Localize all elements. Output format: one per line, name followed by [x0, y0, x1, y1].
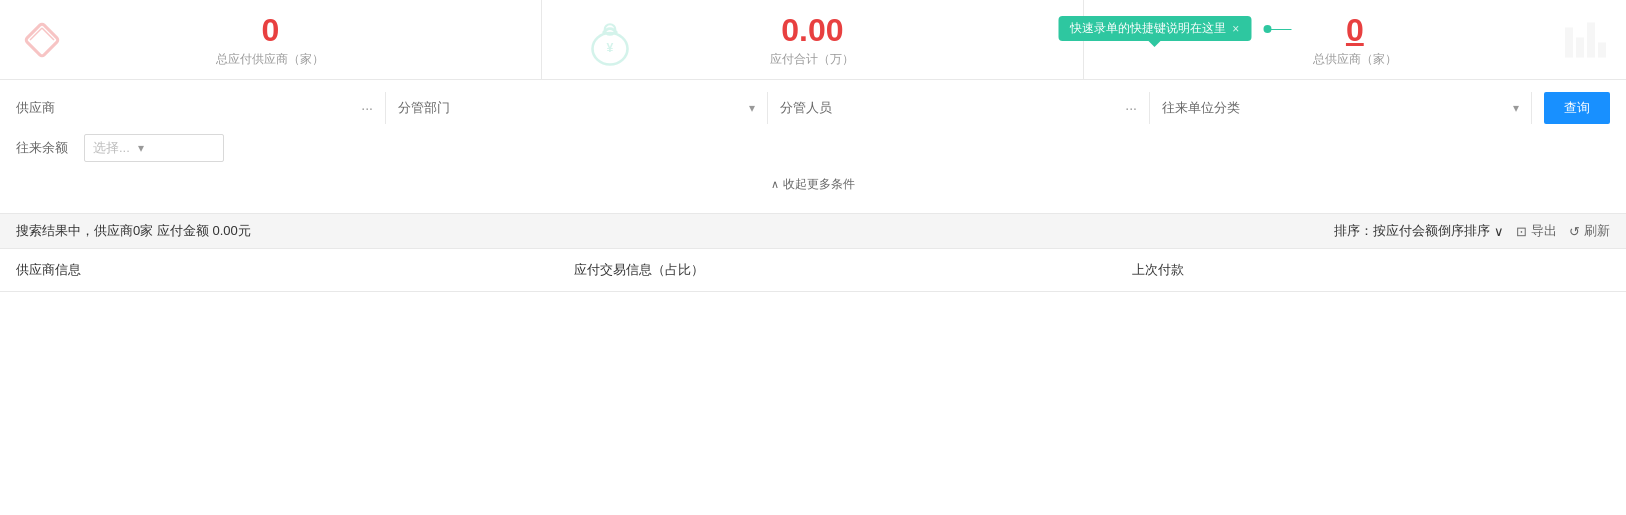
table-header: 供应商信息 应付交易信息（占比） 上次付款 — [0, 249, 1626, 292]
tooltip-bubble: 快速录单的快捷键说明在这里 × — [1058, 16, 1251, 41]
stat-total-suppliers: 快速录单的快捷键说明在这里 × 0 总供应商（家） — [1084, 0, 1626, 79]
results-info: 搜索结果中，供应商0家 应付金额 0.00元 — [16, 222, 251, 240]
diamond-icon — [18, 16, 66, 64]
total-suppliers-value: 0 — [1346, 11, 1364, 49]
supplier-more-icon[interactable]: ··· — [361, 100, 373, 116]
query-btn-wrapper: 查询 — [1532, 92, 1610, 124]
filter-balance: 往来余额 选择... ▾ — [16, 132, 224, 164]
filter-section: 供应商 ··· 分管部门 ▾ 分管人员 ··· 往来单位分类 ▾ — [0, 80, 1626, 214]
filter-dept: 分管部门 ▾ — [386, 92, 768, 124]
stat-payable-suppliers-inner: 0 总应付供应商（家） — [216, 11, 324, 68]
tooltip-dot — [1263, 25, 1271, 33]
payable-suppliers-value: 0 — [262, 11, 280, 49]
col-lastpay-header: 上次付款 — [1132, 261, 1610, 279]
sort-label: 排序：按应付会额倒序排序 — [1334, 222, 1490, 240]
payable-total-label: 应付合计（万） — [770, 51, 854, 68]
export-icon: ⊡ — [1516, 224, 1527, 239]
dept-label: 分管部门 — [398, 99, 450, 117]
filter-row-2: 往来余额 选择... ▾ — [16, 132, 1610, 164]
export-label: 导出 — [1531, 222, 1557, 240]
refresh-button[interactable]: ↺ 刷新 — [1569, 222, 1610, 240]
sort-select[interactable]: 排序：按应付会额倒序排序 ∨ — [1334, 222, 1504, 240]
unit-label: 往来单位分类 — [1162, 99, 1240, 117]
total-suppliers-label: 总供应商（家） — [1313, 51, 1397, 68]
collapse-label: 收起更多条件 — [783, 176, 855, 193]
stat-payable-total: ¥ 0.00 应付合计（万） — [542, 0, 1084, 79]
results-actions: 排序：按应付会额倒序排序 ∨ ⊡ 导出 ↺ 刷新 — [1334, 222, 1610, 240]
balance-placeholder: 选择... — [93, 139, 130, 157]
table-content — [0, 292, 1626, 515]
refresh-icon: ↺ — [1569, 224, 1580, 239]
chart-ghost — [1565, 22, 1606, 57]
collapse-row: ∧ 收起更多条件 — [16, 168, 1610, 205]
person-input[interactable] — [840, 101, 1125, 116]
stat-payable-total-inner: 0.00 应付合计（万） — [770, 11, 854, 68]
stats-bar: 0 总应付供应商（家） ¥ 0.00 应付合计（万） 快速录单的快捷键说明在这里… — [0, 0, 1626, 80]
filter-person: 分管人员 ··· — [768, 92, 1150, 124]
supplier-input[interactable] — [63, 101, 361, 116]
balance-select[interactable]: 选择... ▾ — [84, 134, 224, 162]
filter-unit: 往来单位分类 ▾ — [1150, 92, 1532, 124]
person-label: 分管人员 — [780, 99, 832, 117]
svg-text:¥: ¥ — [607, 41, 614, 55]
results-bar: 搜索结果中，供应商0家 应付金额 0.00元 排序：按应付会额倒序排序 ∨ ⊡ … — [0, 214, 1626, 249]
unit-select[interactable]: ▾ — [1248, 101, 1519, 115]
tooltip-text: 快速录单的快捷键说明在这里 — [1070, 20, 1226, 37]
filter-row-1: 供应商 ··· 分管部门 ▾ 分管人员 ··· 往来单位分类 ▾ — [16, 92, 1610, 124]
stat-total-suppliers-inner: 0 总供应商（家） — [1313, 11, 1397, 68]
stat-payable-suppliers: 0 总应付供应商（家） — [0, 0, 542, 79]
collapse-icon: ∧ — [771, 178, 779, 191]
moneybag-icon: ¥ — [582, 12, 638, 68]
balance-label: 往来余额 — [16, 139, 68, 157]
person-more-icon[interactable]: ··· — [1125, 100, 1137, 116]
query-button[interactable]: 查询 — [1544, 92, 1610, 124]
balance-chevron: ▾ — [138, 141, 144, 155]
dept-chevron: ▾ — [749, 101, 755, 115]
refresh-label: 刷新 — [1584, 222, 1610, 240]
dept-select[interactable]: ▾ — [458, 101, 755, 115]
col-supplier-header: 供应商信息 — [16, 261, 574, 279]
collapse-button[interactable]: ∧ 收起更多条件 — [759, 172, 867, 197]
filter-supplier: 供应商 ··· — [16, 92, 386, 124]
sort-chevron: ∨ — [1494, 224, 1504, 239]
tooltip-close-btn[interactable]: × — [1232, 22, 1239, 36]
unit-chevron: ▾ — [1513, 101, 1519, 115]
export-button[interactable]: ⊡ 导出 — [1516, 222, 1557, 240]
supplier-label: 供应商 — [16, 99, 55, 117]
col-transaction-header: 应付交易信息（占比） — [574, 261, 1132, 279]
payable-suppliers-label: 总应付供应商（家） — [216, 51, 324, 68]
payable-total-value: 0.00 — [781, 11, 843, 49]
